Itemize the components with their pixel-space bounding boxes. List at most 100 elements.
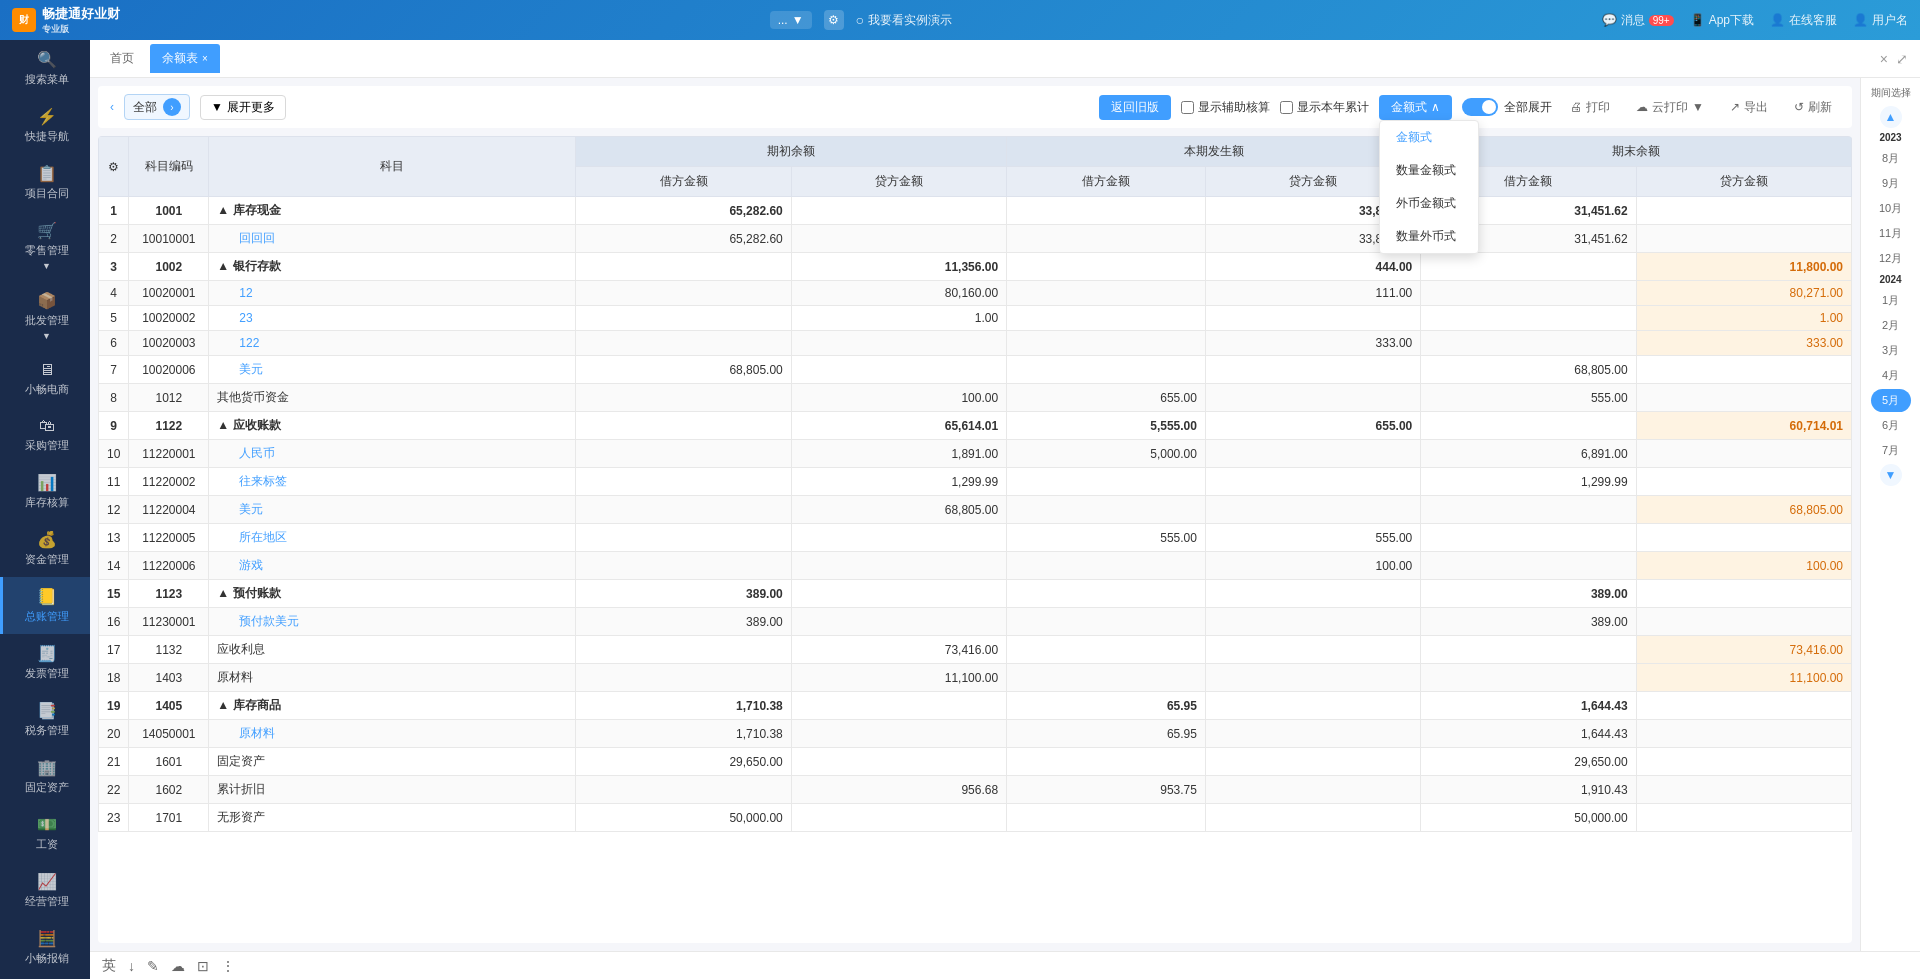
sidebar-item-purchase[interactable]: 🛍 采购管理 xyxy=(0,407,90,463)
period-month-5[interactable]: 5月 xyxy=(1871,389,1911,412)
demo-link[interactable]: ○ 我要看实例演示 xyxy=(856,12,952,29)
edit-icon[interactable]: ✎ xyxy=(147,958,159,974)
period-month-6[interactable]: 6月 xyxy=(1871,414,1911,437)
switch-icon[interactable] xyxy=(1462,98,1498,116)
row-name[interactable]: ▲库存商品 xyxy=(209,692,576,720)
lang-icon[interactable]: 英 xyxy=(102,957,116,975)
row-name[interactable]: 固定资产 xyxy=(209,748,576,776)
row-name[interactable]: 原材料 xyxy=(209,720,576,748)
row-name[interactable]: 累计折旧 xyxy=(209,776,576,804)
period-month-2[interactable]: 2月 xyxy=(1871,314,1911,337)
period-month-8[interactable]: 8月 xyxy=(1871,147,1911,170)
tab-balance[interactable]: 余额表 × xyxy=(150,44,220,73)
dropdown-item-foreign[interactable]: 外币金额式 xyxy=(1380,187,1478,220)
sidebar-item-retail[interactable]: 🛒 零售管理 ▼ xyxy=(0,211,90,281)
row-name[interactable]: 无形资产 xyxy=(209,804,576,832)
ytd-checkbox-input[interactable] xyxy=(1280,101,1293,114)
sidebar-item-wholesale[interactable]: 📦 批发管理 ▼ xyxy=(0,281,90,351)
period-month-4[interactable]: 4月 xyxy=(1871,364,1911,387)
period-nav-down[interactable]: ▼ xyxy=(1880,464,1902,486)
user-avatar[interactable]: 👤 用户名 xyxy=(1853,12,1908,29)
more-icon[interactable]: ⋮ xyxy=(221,958,235,974)
row-name[interactable]: ▲银行存款 xyxy=(209,253,576,281)
row-name[interactable]: 其他货币资金 xyxy=(209,384,576,412)
company-selector[interactable]: ... ▼ xyxy=(770,11,812,29)
row-name[interactable]: 原材料 xyxy=(209,664,576,692)
message-btn[interactable]: 💬 消息 99+ xyxy=(1602,12,1674,29)
sidebar-tax-label: 税务管理 xyxy=(25,723,69,738)
export-btn[interactable]: ↗ 导出 xyxy=(1722,95,1776,120)
row-period_credit: 555.00 xyxy=(1205,524,1420,552)
row-name[interactable]: 122 xyxy=(209,331,576,356)
tab-fullscreen-icon[interactable]: ⤢ xyxy=(1896,51,1908,67)
row-name[interactable]: ▲库存现金 xyxy=(209,197,576,225)
aux-checkbox-input[interactable] xyxy=(1181,101,1194,114)
period-month-12[interactable]: 12月 xyxy=(1871,247,1911,270)
tab-collapse-icon[interactable]: × xyxy=(1880,51,1888,67)
sidebar-item-project[interactable]: 📋 项目合同 xyxy=(0,154,90,211)
dropdown-item-qty-foreign[interactable]: 数量外币式 xyxy=(1380,220,1478,253)
period-month-1[interactable]: 1月 xyxy=(1871,289,1911,312)
row-name[interactable]: 预付款美元 xyxy=(209,608,576,636)
return-old-btn[interactable]: 返回旧版 xyxy=(1099,95,1171,120)
sidebar-item-assets[interactable]: 🏢 固定资产 xyxy=(0,748,90,805)
expand-all-toggle[interactable]: 全部展开 xyxy=(1462,98,1552,116)
row-name[interactable]: 所在地区 xyxy=(209,524,576,552)
table-row: 1611230001预付款美元389.00389.00 xyxy=(99,608,1852,636)
row-opening_debit: 389.00 xyxy=(576,580,791,608)
period-month-7[interactable]: 7月 xyxy=(1871,439,1911,462)
download-bottom-icon[interactable]: ↓ xyxy=(128,958,135,974)
row-name[interactable]: ▲应收账款 xyxy=(209,412,576,440)
row-name[interactable]: 美元 xyxy=(209,496,576,524)
row-closing_credit: 11,800.00 xyxy=(1636,253,1851,281)
print-btn[interactable]: 🖨 打印 xyxy=(1562,95,1618,120)
dropdown-item-amount[interactable]: 金额式 xyxy=(1380,121,1478,154)
row-closing_credit xyxy=(1636,580,1851,608)
nav-back-icon[interactable]: ‹ xyxy=(110,100,114,114)
tab-close-icon[interactable]: × xyxy=(202,53,208,64)
row-name[interactable]: 23 xyxy=(209,306,576,331)
show-aux-checkbox[interactable]: 显示辅助核算 xyxy=(1181,99,1270,116)
expand-more-btn[interactable]: ▼ 展开更多 xyxy=(200,95,286,120)
sidebar-item-ledger[interactable]: 📒 总账管理 xyxy=(0,577,90,634)
cloud-bottom-icon[interactable]: ☁ xyxy=(171,958,185,974)
sidebar-item-reimbursement[interactable]: 🧮 小畅报销 xyxy=(0,919,90,976)
row-name[interactable]: ▲预付账款 xyxy=(209,580,576,608)
row-name[interactable]: 人民币 xyxy=(209,440,576,468)
all-filter-btn[interactable]: 全部 › xyxy=(124,94,190,120)
sidebar-item-operation[interactable]: 📈 经营管理 xyxy=(0,862,90,919)
online-service-btn[interactable]: 👤 在线客服 xyxy=(1770,12,1837,29)
sidebar-item-salary[interactable]: 💵 工资 xyxy=(0,805,90,862)
row-name[interactable]: 美元 xyxy=(209,356,576,384)
row-name[interactable]: 游戏 xyxy=(209,552,576,580)
row-name[interactable]: 往来标签 xyxy=(209,468,576,496)
cloud-print-btn[interactable]: ☁ 云打印 ▼ xyxy=(1628,95,1712,120)
row-name[interactable]: 回回回 xyxy=(209,225,576,253)
row-code: 11220001 xyxy=(129,440,209,468)
row-name[interactable]: 12 xyxy=(209,281,576,306)
sidebar-item-invoice[interactable]: 🧾 发票管理 xyxy=(0,634,90,691)
period-month-3[interactable]: 3月 xyxy=(1871,339,1911,362)
settings-icon[interactable]: ⚙ xyxy=(824,10,844,30)
sidebar-item-capital[interactable]: 💰 资金管理 xyxy=(0,520,90,577)
period-month-11[interactable]: 11月 xyxy=(1871,222,1911,245)
row-opening_credit xyxy=(791,552,1006,580)
show-ytd-checkbox[interactable]: 显示本年累计 xyxy=(1280,99,1369,116)
row-name[interactable]: 应收利息 xyxy=(209,636,576,664)
sidebar-item-tax[interactable]: 📑 税务管理 xyxy=(0,691,90,748)
sidebar-item-ecommerce[interactable]: 🖥 小畅电商 xyxy=(0,351,90,407)
grid-icon[interactable]: ⊡ xyxy=(197,958,209,974)
tab-home[interactable]: 首页 xyxy=(102,44,142,73)
settings-header[interactable]: ⚙ xyxy=(99,137,129,197)
app-download-btn[interactable]: 📱 App下载 xyxy=(1690,12,1754,29)
sidebar-item-quicknav[interactable]: ⚡ 快捷导航 xyxy=(0,97,90,154)
dropdown-item-qty-amount[interactable]: 数量金额式 xyxy=(1380,154,1478,187)
period-month-10[interactable]: 10月 xyxy=(1871,197,1911,220)
mode-btn[interactable]: 金额式 ∧ xyxy=(1379,95,1452,120)
row-code: 1123 xyxy=(129,580,209,608)
sidebar-item-search[interactable]: 🔍 搜索菜单 xyxy=(0,40,90,97)
refresh-btn[interactable]: ↺ 刷新 xyxy=(1786,95,1840,120)
sidebar-item-inventory[interactable]: 📊 库存核算 xyxy=(0,463,90,520)
period-nav-up[interactable]: ▲ xyxy=(1880,106,1902,128)
period-month-9[interactable]: 9月 xyxy=(1871,172,1911,195)
